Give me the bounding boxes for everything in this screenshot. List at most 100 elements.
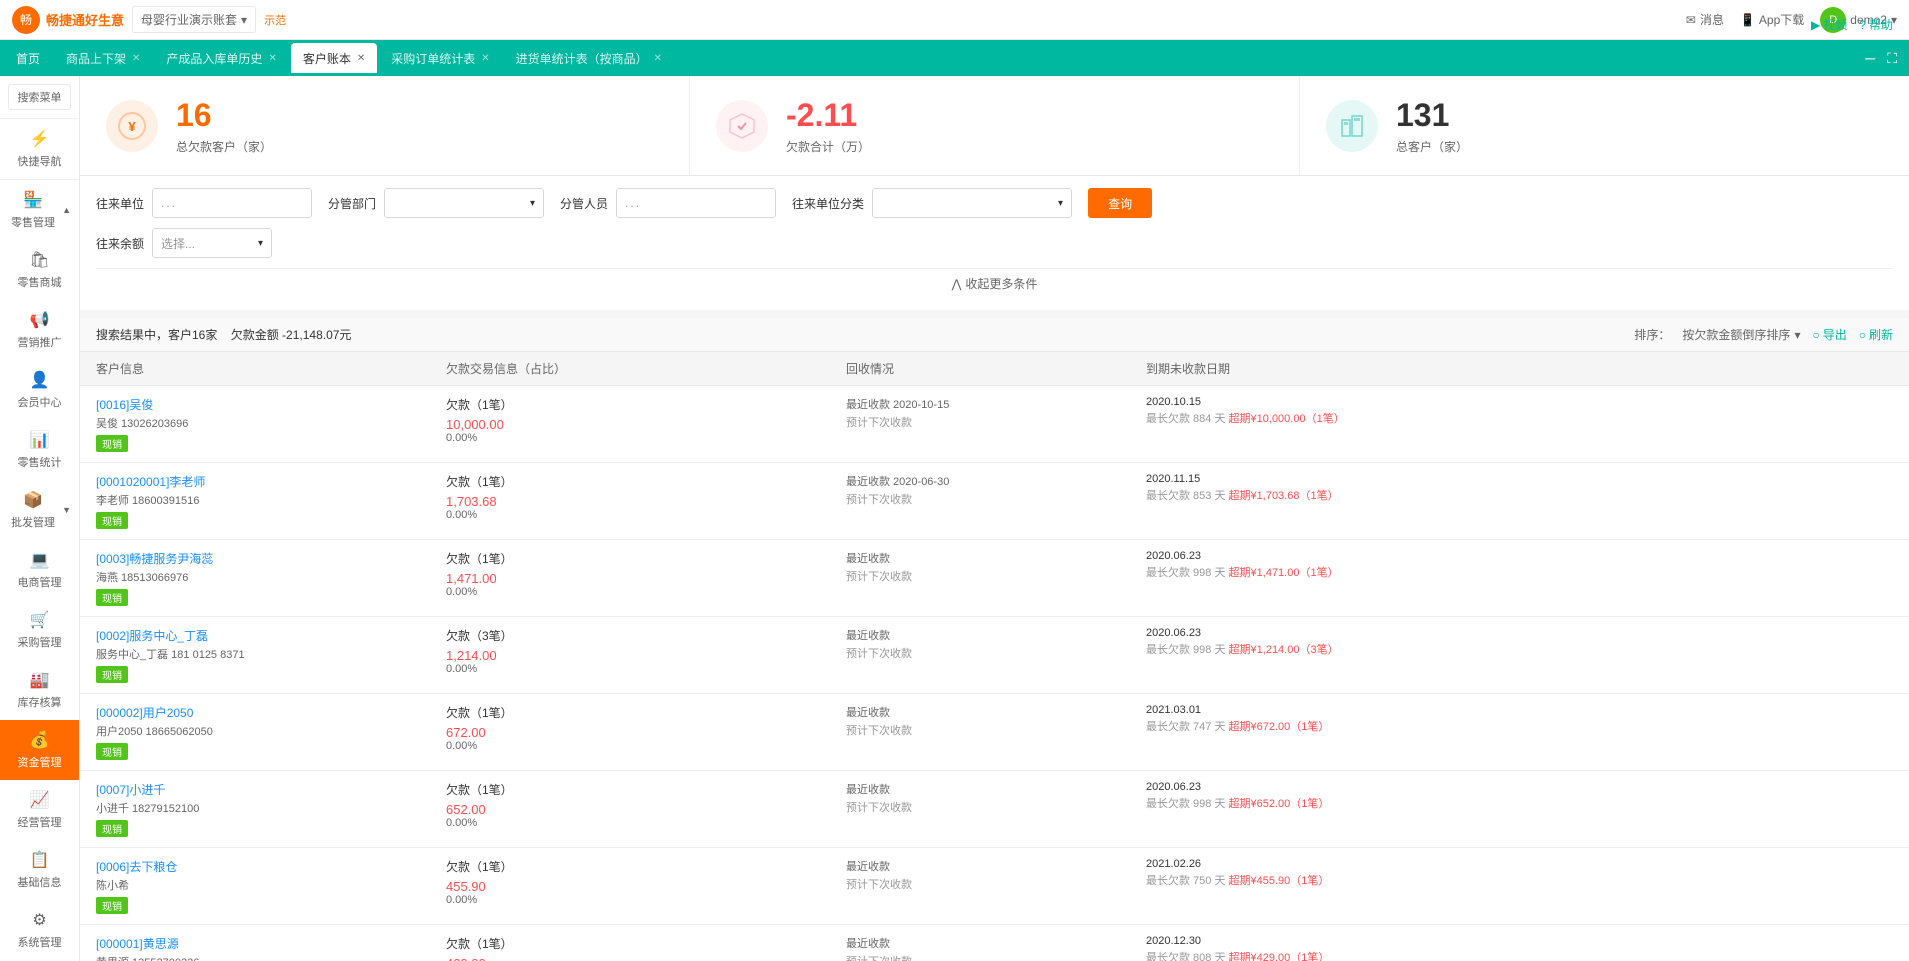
sidebar-item-member[interactable]: 👤 会员中心 (0, 360, 79, 420)
overdue-date: 2020.11.15 (1146, 473, 1893, 485)
member-icon: 👤 (30, 370, 50, 390)
message-btn[interactable]: ✉ 消息 (1686, 11, 1724, 28)
phone-icon: 📱 (1740, 13, 1755, 27)
sidebar-item-marketing[interactable]: 📢 营销推广 (0, 300, 79, 360)
overdue-info-cell: 2020.06.23 最长欠款 998 天 超期¥652.00（1笔） (1146, 781, 1893, 811)
tab-maximize-btn[interactable]: ⛶ (1883, 48, 1901, 69)
overdue-link[interactable]: 超期¥1,214.00（3笔） (1229, 644, 1339, 656)
debt-ratio: 0.00% (446, 432, 846, 444)
overdue-link[interactable]: 超期¥455.90（1笔） (1229, 875, 1330, 887)
subtitle-label: 示范 (264, 12, 286, 28)
overdue-link[interactable]: 超期¥1,471.00（1笔） (1229, 567, 1339, 579)
total-customers-value: 131 (1396, 96, 1885, 134)
collapse-icon: ⋀ (952, 277, 962, 291)
next-collect: 预计下次收款 (846, 722, 1146, 738)
tab-purchase-order[interactable]: 采购订单统计表 ✕ (379, 43, 501, 73)
sidebar-item-ops-mgmt[interactable]: 📈 经营管理 (0, 780, 79, 840)
customer-name-link[interactable]: [0002]服务中心_丁磊 (96, 627, 446, 644)
sort-button[interactable]: 按欠款金额倒序排序 ▾ (1682, 326, 1800, 343)
debt-amount: 1,471.00 (446, 571, 846, 586)
customer-name-link[interactable]: [0006]去下粮仓 (96, 858, 446, 875)
sidebar-item-retail-stat[interactable]: 📊 零售统计 (0, 420, 79, 480)
overdue-link[interactable]: 超期¥1,703.68（1笔） (1229, 490, 1339, 502)
batch-mgmt-icon: 📦 (23, 490, 43, 510)
col-header-due-date: 到期未收款日期 (1146, 360, 1893, 377)
stat-card-total-customers: 131 总客户（家） ▶ 视频 ? 帮助 (1300, 76, 1909, 175)
customer-sub-info: 服务中心_丁磊 181 0125 8371 (96, 646, 446, 662)
tab-close-icon[interactable]: ✕ (268, 53, 276, 64)
overdue-link[interactable]: 超期¥10,000.00（1笔） (1229, 413, 1345, 425)
debt-info-cell: 欠款（1笔） 1,703.68 0.00% (446, 473, 846, 521)
overdue-days: 最长欠款 808 天 超期¥429.00（1笔） (1146, 949, 1893, 961)
overdue-info-cell: 2020.11.15 最长欠款 853 天 超期¥1,703.68（1笔） (1146, 473, 1893, 503)
source-unit-input[interactable]: ... (152, 188, 312, 218)
overdue-info-cell: 2021.02.26 最长欠款 750 天 超期¥455.90（1笔） (1146, 858, 1893, 888)
filter-area: 往来单位 ... 分管部门 ▾ 分管人员 ... (80, 176, 1909, 310)
tab-inventory-stat[interactable]: 进货单统计表（按商品） ✕ (504, 43, 674, 73)
recent-collect: 最近收款 (846, 781, 1146, 797)
results-bar: 搜索结果中，客户16家 欠款金额 -21,148.07元 排序： 按欠款金额倒序… (80, 318, 1909, 352)
customer-info-cell: [0001020001]李老师 李老师 18600391516 现销 (96, 473, 446, 529)
sidebar-item-sys-mgmt[interactable]: ⚙ 系统管理 (0, 900, 79, 960)
overdue-link[interactable]: 超期¥429.00（1笔） (1229, 952, 1330, 961)
balance-select[interactable]: 选择... ▾ (152, 228, 272, 258)
tab-close-icon[interactable]: ✕ (132, 53, 140, 64)
refresh-icon: ○ (1859, 328, 1866, 342)
next-collect: 预计下次收款 (846, 414, 1146, 430)
sidebar-item-finance-mgmt[interactable]: 💰 资金管理 (0, 720, 79, 780)
tab-product-offline[interactable]: 商品上下架 ✕ (54, 43, 152, 73)
customer-name-link[interactable]: [0007]小进千 (96, 781, 446, 798)
sidebar-item-retail-mgmt[interactable]: 🏪 零售管理 ▲ (0, 180, 79, 240)
chevron-icon: ▼ (62, 505, 71, 515)
overdue-date: 2020.06.23 (1146, 781, 1893, 793)
tab-minimize-btn[interactable]: ─ (1861, 48, 1879, 69)
sidebar-item-batch-mgmt[interactable]: 📦 批发管理 ▼ (0, 480, 79, 540)
recent-collect: 最近收款 (846, 627, 1146, 643)
col-header-customer: 客户信息 (96, 360, 446, 377)
customer-name-link[interactable]: [0016]吴俊 (96, 396, 446, 413)
overdue-link[interactable]: 超期¥672.00（1笔） (1229, 721, 1330, 733)
customer-sub-info: 李老师 18600391516 (96, 492, 446, 508)
overdue-link[interactable]: 超期¥652.00（1笔） (1229, 798, 1330, 810)
sidebar-item-basic-info[interactable]: 📋 基础信息 (0, 840, 79, 900)
tab-home[interactable]: 首页 (4, 43, 52, 73)
customer-name-link[interactable]: [000001]黄思源 (96, 935, 446, 952)
tab-product-history[interactable]: 产成品入库单历史 ✕ (154, 43, 288, 73)
tab-close-icon[interactable]: ✕ (357, 53, 365, 64)
customer-name-link[interactable]: [0001020001]李老师 (96, 473, 446, 490)
company-name: 畅捷通好生意 (46, 10, 124, 29)
app-download-btn[interactable]: 📱 App下载 (1740, 11, 1804, 28)
overdue-info-cell: 2020.12.30 最长欠款 808 天 超期¥429.00（1笔） (1146, 935, 1893, 961)
refresh-btn[interactable]: ○ 刷新 (1859, 326, 1893, 343)
tab-customer-account[interactable]: 客户账本 ✕ (291, 43, 377, 73)
person-input[interactable]: ... (616, 188, 776, 218)
sidebar-search-btn[interactable]: 搜索菜单 (8, 84, 71, 110)
debt-customers-value: 16 (176, 96, 665, 134)
sidebar-item-quick-nav[interactable]: ⚡ 快捷导航 (0, 119, 79, 179)
sidebar-item-retail-store[interactable]: 🛍 零售商城 (0, 240, 79, 300)
message-icon: ✉ (1686, 13, 1696, 27)
export-btn[interactable]: ○ 导出 (1812, 326, 1846, 343)
store-selector[interactable]: 母婴行业演示账套 ▾ (132, 6, 256, 33)
tab-close-icon[interactable]: ✕ (654, 53, 662, 64)
customer-name-link[interactable]: [000002]用户2050 (96, 704, 446, 721)
debt-info-cell: 欠款（1笔） 1,471.00 0.00% (446, 550, 846, 598)
dept-select[interactable]: ▾ (384, 188, 544, 218)
stat-icon-2 (714, 98, 770, 154)
customer-name-link[interactable]: [0003]畅捷服务尹海蕊 (96, 550, 446, 567)
debt-info-cell: 欠款（1笔） 10,000.00 0.00% (446, 396, 846, 444)
debt-amount: 10,000.00 (446, 417, 846, 432)
debt-customers-label: 总欠款客户（家） (176, 138, 665, 155)
debt-count: 欠款（1笔） (446, 473, 846, 490)
collapse-bar[interactable]: ⋀ 收起更多条件 (96, 268, 1893, 298)
sidebar-item-inventory[interactable]: 🏭 库存核算 (0, 660, 79, 720)
sidebar-item-ecom-mgmt[interactable]: 💻 电商管理 (0, 540, 79, 600)
overdue-date: 2020.06.23 (1146, 627, 1893, 639)
search-button[interactable]: 查询 (1088, 188, 1152, 218)
sidebar-item-purchase-mgmt[interactable]: 🛒 采购管理 (0, 600, 79, 660)
tab-close-icon[interactable]: ✕ (481, 53, 489, 64)
unit-category-select[interactable]: ▾ (872, 188, 1072, 218)
overdue-date: 2021.03.01 (1146, 704, 1893, 716)
filter-unit-category-label: 往来单位分类 (792, 195, 864, 212)
inventory-icon: 🏭 (30, 670, 50, 690)
